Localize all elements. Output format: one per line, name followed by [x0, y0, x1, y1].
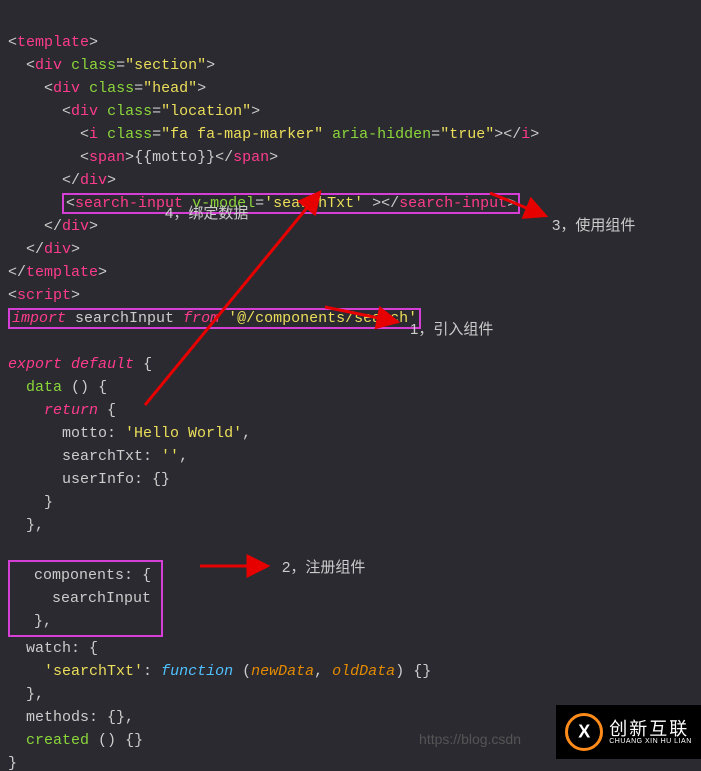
highlight-box-components: components: { searchInput }, [8, 560, 163, 637]
code-line: <i class="fa fa-map-marker" aria-hidden=… [8, 126, 539, 143]
code-line: <div class="head"> [8, 80, 206, 97]
code-line: </template> [8, 264, 107, 281]
logo-cn-text: 创新互联 [609, 720, 692, 738]
code-line: 'searchTxt': function (newData, oldData)… [8, 663, 431, 680]
code-line: <search-input v-model='searchTxt' ></sea… [8, 193, 520, 214]
code-line: userInfo: {} [8, 471, 170, 488]
annotation-bind: 4，绑定数据 [165, 202, 248, 223]
watermark-text: https://blog.csdn [419, 731, 521, 747]
code-line: </div> [8, 172, 116, 189]
code-line: } [8, 755, 17, 771]
annotation-import: 1，引入组件 [410, 318, 493, 339]
code-line: methods: {}, [8, 709, 134, 726]
brand-logo: X 创新互联 CHUANG XIN HU LIAN [556, 705, 701, 759]
code-line: }, [8, 686, 44, 703]
logo-icon: X [565, 713, 603, 751]
code-line: created () {} [8, 732, 143, 749]
code-line: <script> [8, 287, 80, 304]
code-line: return { [8, 402, 116, 419]
code-line: <template> [8, 34, 98, 51]
code-line: } [8, 494, 53, 511]
code-line: </div> [8, 218, 98, 235]
code-line: data () { [8, 379, 107, 396]
highlight-box-usage: <search-input v-model='searchTxt' ></sea… [62, 193, 520, 214]
code-line: searchTxt: '', [8, 448, 188, 465]
code-line: <div class="section"> [8, 57, 215, 74]
code-line: import searchInput from '@/components/se… [8, 308, 421, 329]
code-line: <div class="location"> [8, 103, 260, 120]
highlight-box-import: import searchInput from '@/components/se… [8, 308, 421, 329]
code-line: motto: 'Hello World', [8, 425, 251, 442]
code-line: components: { searchInput }, [8, 613, 163, 630]
code-line: watch: { [8, 640, 98, 657]
logo-en-text: CHUANG XIN HU LIAN [609, 738, 692, 745]
code-line: export default { [8, 356, 152, 373]
annotation-use: 3，使用组件 [552, 214, 635, 235]
annotation-register: 2，注册组件 [282, 556, 365, 577]
code-line: }, [8, 517, 44, 534]
code-line: <span>{{motto}}</span> [8, 149, 278, 166]
code-line: </div> [8, 241, 80, 258]
code-editor[interactable]: <template> <div class="section"> <div cl… [0, 0, 701, 771]
